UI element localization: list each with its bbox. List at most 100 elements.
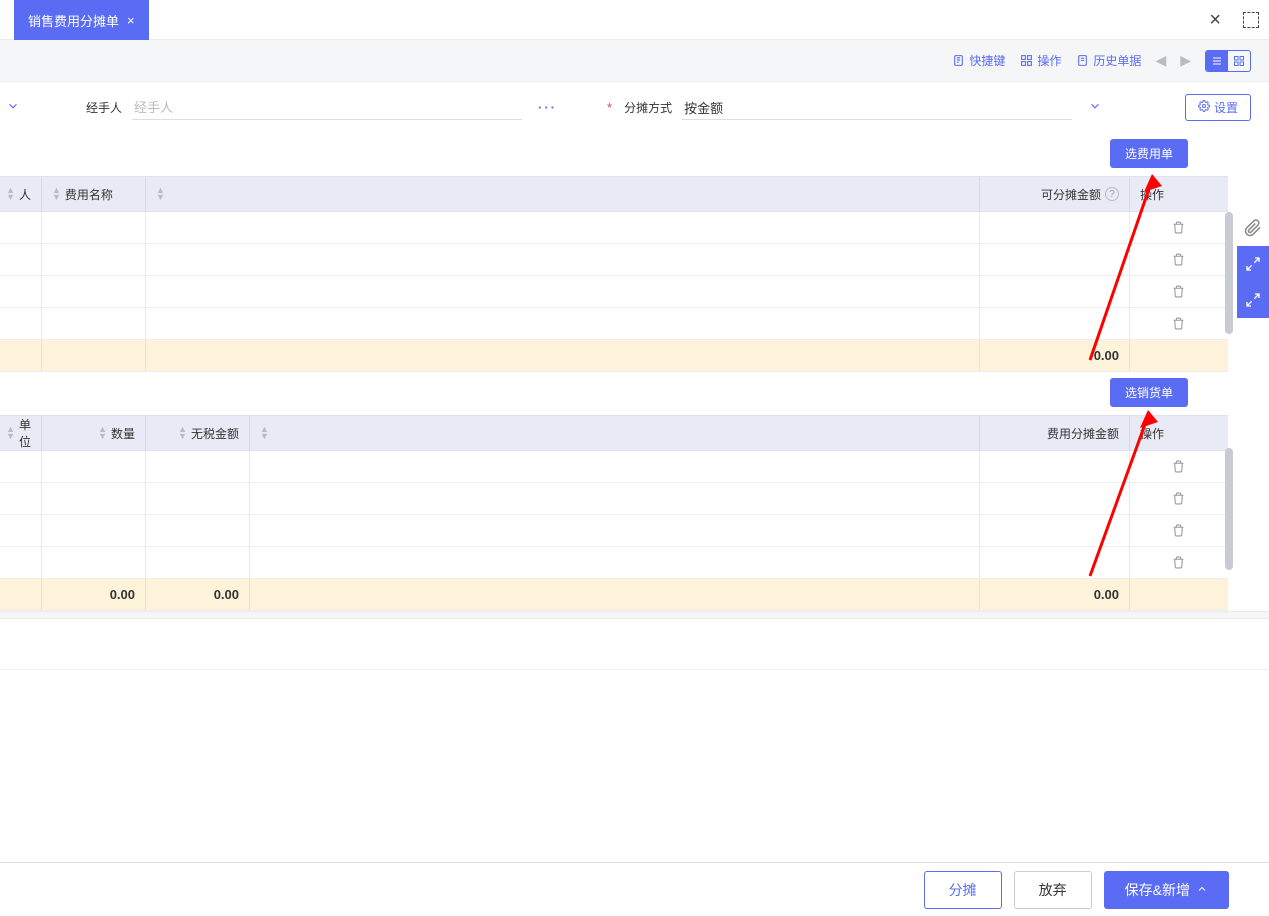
footer: 分摊 放弃 保存&新增 <box>0 862 1269 916</box>
expand-tool-icon[interactable] <box>1237 246 1269 282</box>
sales-sum-row: 0.00 0.00 0.00 <box>0 579 1228 611</box>
grid2-head: 选销货单 <box>0 372 1228 415</box>
shortcut-label: 快捷键 <box>969 52 1005 69</box>
tab-bar: 销售费用分摊单 × × <box>0 0 1269 40</box>
sort-icon: ▲▼ <box>98 426 107 440</box>
table-row[interactable] <box>0 515 1228 547</box>
select-expense-button[interactable]: 选费用单 <box>1110 139 1188 168</box>
expense-col-ops: 操作 <box>1130 177 1228 211</box>
sales-sum-notax: 0.00 <box>146 579 250 610</box>
scrollbar-grid2[interactable] <box>1225 448 1233 570</box>
sales-grid: ▲▼ 单位 ▲▼ 数量 ▲▼ 无税金额 ▲▼ 费用分摊金额 操作 0.00 0.… <box>0 415 1228 611</box>
sales-col-qty[interactable]: ▲▼ 数量 <box>42 416 146 450</box>
trash-icon[interactable] <box>1172 556 1186 570</box>
table-row[interactable] <box>0 212 1228 244</box>
tab-close-icon[interactable]: × <box>127 13 135 28</box>
view-list-icon[interactable] <box>1206 51 1228 71</box>
trash-icon[interactable] <box>1172 285 1186 299</box>
table-row[interactable] <box>0 276 1228 308</box>
expand-icon[interactable] <box>0 99 26 116</box>
table-row[interactable] <box>0 483 1228 515</box>
view-toggle <box>1205 50 1251 72</box>
handler-picker-icon[interactable]: ··· <box>538 100 557 115</box>
toolbar: 快捷键 操作 历史单据 ◀ ▶ <box>0 40 1269 82</box>
method-chevron-icon[interactable] <box>1088 99 1102 116</box>
tab-active[interactable]: 销售费用分摊单 × <box>14 0 149 40</box>
sales-col-ops: 操作 <box>1130 416 1228 450</box>
save-new-label: 保存&新增 <box>1125 880 1190 900</box>
expense-col-amount[interactable]: 可分摊金额 ? <box>980 177 1130 211</box>
save-new-button[interactable]: 保存&新增 <box>1104 871 1229 909</box>
float-tools <box>1237 210 1269 318</box>
attachment-icon[interactable] <box>1237 210 1269 246</box>
nav-prev-icon[interactable]: ◀ <box>1155 52 1166 69</box>
sales-col-mid[interactable]: ▲▼ <box>250 416 980 450</box>
expense-col-mid[interactable]: ▲▼ <box>146 177 980 211</box>
sort-icon: ▲▼ <box>6 187 15 201</box>
fullscreen-icon[interactable] <box>1243 12 1259 28</box>
tab-title: 销售费用分摊单 <box>28 11 119 30</box>
help-icon[interactable]: ? <box>1105 187 1119 201</box>
required-star-icon: * <box>607 100 612 115</box>
sort-icon: ▲▼ <box>260 426 269 440</box>
actions-link[interactable]: 操作 <box>1019 52 1061 69</box>
sales-sum-alloc: 0.00 <box>980 579 1130 610</box>
tabbar-right: × <box>1201 0 1269 40</box>
discard-button[interactable]: 放弃 <box>1014 871 1092 909</box>
chevron-up-icon <box>1196 882 1208 898</box>
method-label: 分摊方式 <box>624 99 672 116</box>
actions-label: 操作 <box>1037 52 1061 69</box>
divider <box>0 611 1269 619</box>
settings-button[interactable]: 设置 <box>1185 94 1251 121</box>
sort-icon: ▲▼ <box>156 187 165 201</box>
history-link[interactable]: 历史单据 <box>1075 52 1141 69</box>
sales-col-unit[interactable]: ▲▼ 单位 <box>0 416 42 450</box>
scrollbar-grid1[interactable] <box>1225 212 1233 334</box>
shortcut-link[interactable]: 快捷键 <box>951 52 1005 69</box>
hr <box>0 669 1269 670</box>
nav-next-icon[interactable]: ▶ <box>1180 52 1191 69</box>
handler-field: 经手人 ··· <box>86 96 597 120</box>
sort-icon: ▲▼ <box>6 426 15 440</box>
clipboard-icon <box>951 54 965 68</box>
trash-icon[interactable] <box>1172 460 1186 474</box>
sort-icon: ▲▼ <box>52 187 61 201</box>
trash-icon[interactable] <box>1172 253 1186 267</box>
history-icon <box>1075 54 1089 68</box>
trash-icon[interactable] <box>1172 317 1186 331</box>
select-sales-button[interactable]: 选销货单 <box>1110 378 1188 407</box>
window-close-icon[interactable]: × <box>1201 5 1229 36</box>
sales-col-notax[interactable]: ▲▼ 无税金额 <box>146 416 250 450</box>
filters-row: 经手人 ··· * 分摊方式 设置 <box>0 82 1269 133</box>
sales-grid-header: ▲▼ 单位 ▲▼ 数量 ▲▼ 无税金额 ▲▼ 费用分摊金额 操作 <box>0 415 1228 451</box>
expense-sum-amount: 0.00 <box>980 340 1130 371</box>
handler-label: 经手人 <box>86 99 122 116</box>
sales-col-alloc[interactable]: 费用分摊金额 <box>980 416 1130 450</box>
history-label: 历史单据 <box>1093 52 1141 69</box>
trash-icon[interactable] <box>1172 524 1186 538</box>
table-row[interactable] <box>0 244 1228 276</box>
expand-tool2-icon[interactable] <box>1237 282 1269 318</box>
grid1-head: 选费用单 <box>0 133 1228 176</box>
filters-right: 设置 <box>1185 94 1251 121</box>
method-select[interactable] <box>682 96 1072 120</box>
method-field: * 分摊方式 <box>607 96 1102 120</box>
allocate-button[interactable]: 分摊 <box>924 871 1002 909</box>
trash-icon[interactable] <box>1172 492 1186 506</box>
spacer <box>0 619 1269 669</box>
table-row[interactable] <box>0 451 1228 483</box>
expense-col-first[interactable]: ▲▼ 人 <box>0 177 42 211</box>
handler-input[interactable] <box>132 96 522 120</box>
expense-grid: ▲▼ 人 ▲▼ 费用名称 ▲▼ 可分摊金额 ? 操作 0.00 <box>0 176 1228 372</box>
table-row[interactable] <box>0 547 1228 579</box>
sort-icon: ▲▼ <box>178 426 187 440</box>
table-row[interactable] <box>0 308 1228 340</box>
settings-label: 设置 <box>1214 99 1238 116</box>
expense-sum-row: 0.00 <box>0 340 1228 372</box>
expense-col-name[interactable]: ▲▼ 费用名称 <box>42 177 146 211</box>
sales-sum-qty: 0.00 <box>42 579 146 610</box>
gear-icon <box>1198 100 1210 115</box>
grid-icon <box>1019 54 1033 68</box>
trash-icon[interactable] <box>1172 221 1186 235</box>
view-grid-icon[interactable] <box>1228 51 1250 71</box>
